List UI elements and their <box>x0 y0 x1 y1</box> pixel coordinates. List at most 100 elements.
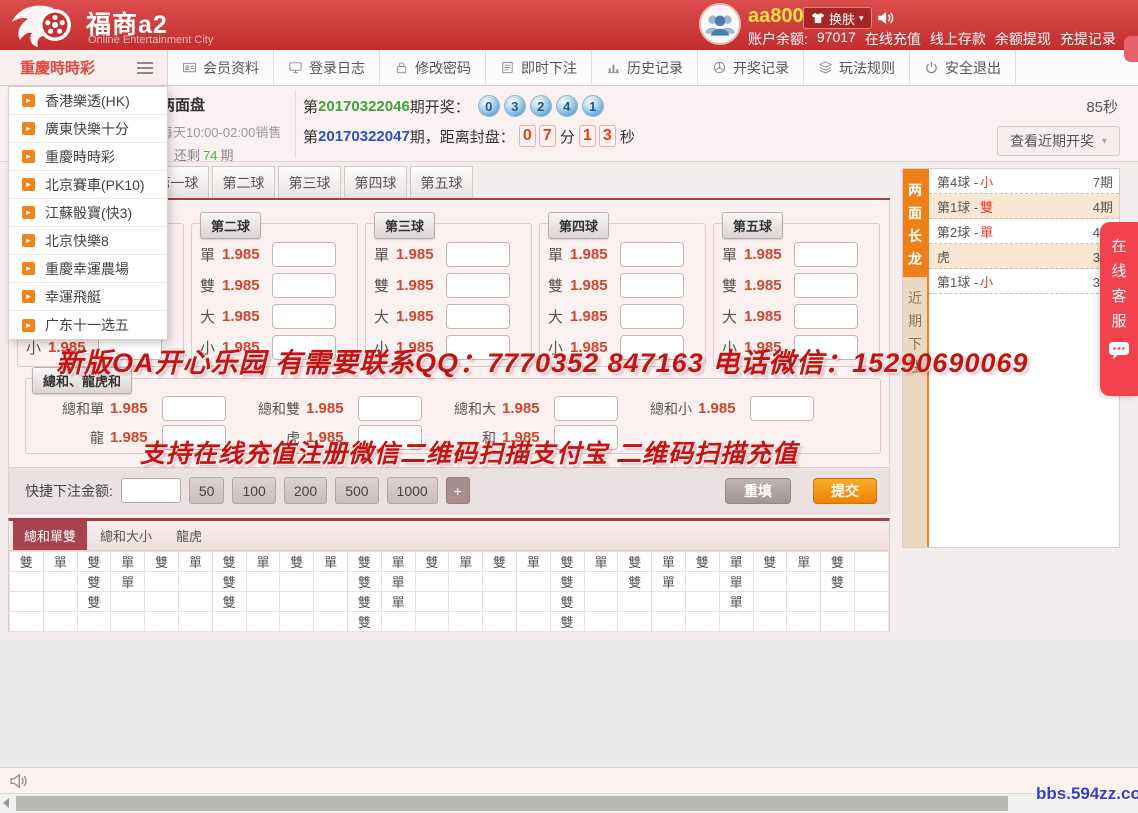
road-cell <box>145 592 179 612</box>
caret-down-icon: ▾ <box>859 13 864 24</box>
arrow-right-icon: ▸ <box>22 262 35 275</box>
ball-tab[interactable]: 第三球 <box>278 166 341 199</box>
customer-service-tab[interactable]: 在线客服 <box>1100 222 1138 396</box>
road-cell <box>77 612 111 632</box>
bet-amount-input[interactable] <box>272 304 336 329</box>
nav-menu-item[interactable]: 登录日志 <box>274 50 380 85</box>
game-menu-item[interactable]: ▸廣東快樂十分 <box>9 115 167 143</box>
quick-bet-amount-input[interactable] <box>121 478 181 503</box>
brand-logo-icon <box>6 2 80 48</box>
sound-toggle-icon[interactable] <box>876 9 894 27</box>
game-menu-item[interactable]: ▸江蘇骰寶(快3) <box>9 199 167 227</box>
ball-tab[interactable]: 第五球 <box>410 166 473 199</box>
ball-tab[interactable]: 第四球 <box>344 166 407 199</box>
game-menu-item-label: 重慶時時彩 <box>45 147 115 167</box>
road-map-grid: 雙單雙單雙單雙單雙單雙單雙單雙單雙單雙單雙單雙單雙雙單雙雙單雙雙單單雙雙雙雙單雙… <box>9 551 889 632</box>
nav-menu-item[interactable]: 会员资料 <box>168 50 274 85</box>
horizontal-scrollbar[interactable] <box>0 793 1138 813</box>
more-amounts-button[interactable]: + <box>446 477 470 504</box>
road-cell: 雙 <box>77 572 111 592</box>
sum-bet-input[interactable] <box>358 396 422 421</box>
bet-amount-input[interactable] <box>794 273 858 298</box>
road-cell <box>685 592 719 612</box>
reset-button[interactable]: 重填 <box>725 478 791 504</box>
bet-amount-input[interactable] <box>446 273 510 298</box>
panel-title: 两面盘 <box>160 94 294 115</box>
road-cell: 雙 <box>347 592 381 612</box>
remain-prefix: 还剩 <box>174 148 200 163</box>
game-menu-item[interactable]: ▸香港樂透(HK) <box>9 87 167 115</box>
skin-button[interactable]: 换肤 ▾ <box>803 7 872 29</box>
bet-amount-input[interactable] <box>446 242 510 267</box>
edge-widget-tab[interactable] <box>1124 36 1138 62</box>
current-issue-number: 20170322047 <box>318 128 410 145</box>
quick-amount-button[interactable]: 1000 <box>387 477 438 504</box>
streak-count: 4期 <box>1093 197 1113 216</box>
game-selector[interactable]: 重慶時時彩 <box>0 50 168 86</box>
bet-amount-input[interactable] <box>620 242 684 267</box>
sum-bet-cell: 總和大1.985 <box>430 396 626 421</box>
road-cell: 雙 <box>280 552 314 572</box>
ball-tab[interactable]: 第二球 <box>212 166 275 199</box>
sum-bet-input[interactable] <box>554 396 618 421</box>
issue-suffix: 期开奖： <box>410 96 470 117</box>
road-cell: 雙 <box>821 572 855 592</box>
bet-option-odds: 1.985 <box>744 246 794 263</box>
scrollbar-thumb[interactable] <box>16 796 1008 811</box>
game-menu-item[interactable]: ▸北京快樂8 <box>9 227 167 255</box>
lottery-ball: 2 <box>530 95 552 117</box>
bet-amount-input[interactable] <box>794 242 858 267</box>
road-map-tab[interactable]: 總和大小 <box>89 521 163 550</box>
bet-amount-input[interactable] <box>620 304 684 329</box>
road-cell: 雙 <box>347 572 381 592</box>
sum-bet-label: 總和小 <box>626 399 698 419</box>
nav-menu-item[interactable]: 开奖记录 <box>698 50 804 85</box>
nav-menu-item[interactable]: 即时下注 <box>486 50 592 85</box>
quick-amount-button[interactable]: 500 <box>335 477 378 504</box>
submit-button[interactable]: 提交 <box>813 478 877 504</box>
game-menu-item[interactable]: ▸重慶幸運農場 <box>9 255 167 283</box>
sum-bet-cell: 總和雙1.985 <box>234 396 430 421</box>
header-link[interactable]: 线上存款 <box>930 29 986 49</box>
game-menu-item[interactable]: ▸广东十一选五 <box>9 311 167 339</box>
bet-amount-input[interactable] <box>272 273 336 298</box>
bet-amount-input[interactable] <box>446 304 510 329</box>
sum-bet-odds: 1.985 <box>110 400 162 417</box>
road-cell: 雙 <box>550 592 584 612</box>
arrow-right-icon: ▸ <box>22 319 35 332</box>
header-link[interactable]: 在线充值 <box>865 29 921 49</box>
sum-bet-input[interactable] <box>162 396 226 421</box>
nav-menu-item[interactable]: 历史记录 <box>592 50 698 85</box>
tab-two-side-streak[interactable]: 两面长龙 <box>903 169 927 277</box>
bet-option-row: 單1.985 <box>366 239 531 270</box>
nav-menu-item[interactable]: 玩法规则 <box>804 50 910 85</box>
game-menu-item[interactable]: ▸重慶時時彩 <box>9 143 167 171</box>
nav-menu-item[interactable]: 修改密码 <box>380 50 486 85</box>
sum-bet-input[interactable] <box>750 396 814 421</box>
header-link[interactable]: 充提记录 <box>1060 29 1116 49</box>
bet-option-label: 雙 <box>200 275 222 296</box>
road-cell <box>314 572 348 592</box>
road-cell <box>212 612 246 632</box>
scroll-left-arrow[interactable] <box>3 798 9 808</box>
road-map-tab[interactable]: 總和單雙 <box>13 521 87 550</box>
arrow-right-icon: ▸ <box>22 94 35 107</box>
road-cell <box>449 592 483 612</box>
bet-amount-input[interactable] <box>272 242 336 267</box>
quick-amount-button[interactable]: 50 <box>189 477 225 504</box>
header-link[interactable]: 余额提现 <box>995 29 1051 49</box>
remain-value: 74 <box>200 148 220 163</box>
game-menu-item[interactable]: ▸北京賽車(PK10) <box>9 171 167 199</box>
road-cell <box>314 592 348 612</box>
road-cell <box>618 612 652 632</box>
announcement-speaker-icon[interactable] <box>8 771 28 791</box>
road-cell <box>111 612 145 632</box>
bet-amount-input[interactable] <box>794 304 858 329</box>
road-map-tab[interactable]: 龍虎 <box>165 521 213 550</box>
quick-amount-button[interactable]: 200 <box>284 477 327 504</box>
view-recent-draws-button[interactable]: 查看近期开奖 ▾ <box>997 126 1120 156</box>
game-menu-item[interactable]: ▸幸運飛艇 <box>9 283 167 311</box>
bet-amount-input[interactable] <box>620 273 684 298</box>
quick-amount-button[interactable]: 100 <box>232 477 275 504</box>
nav-menu-item[interactable]: 安全退出 <box>910 50 1016 85</box>
